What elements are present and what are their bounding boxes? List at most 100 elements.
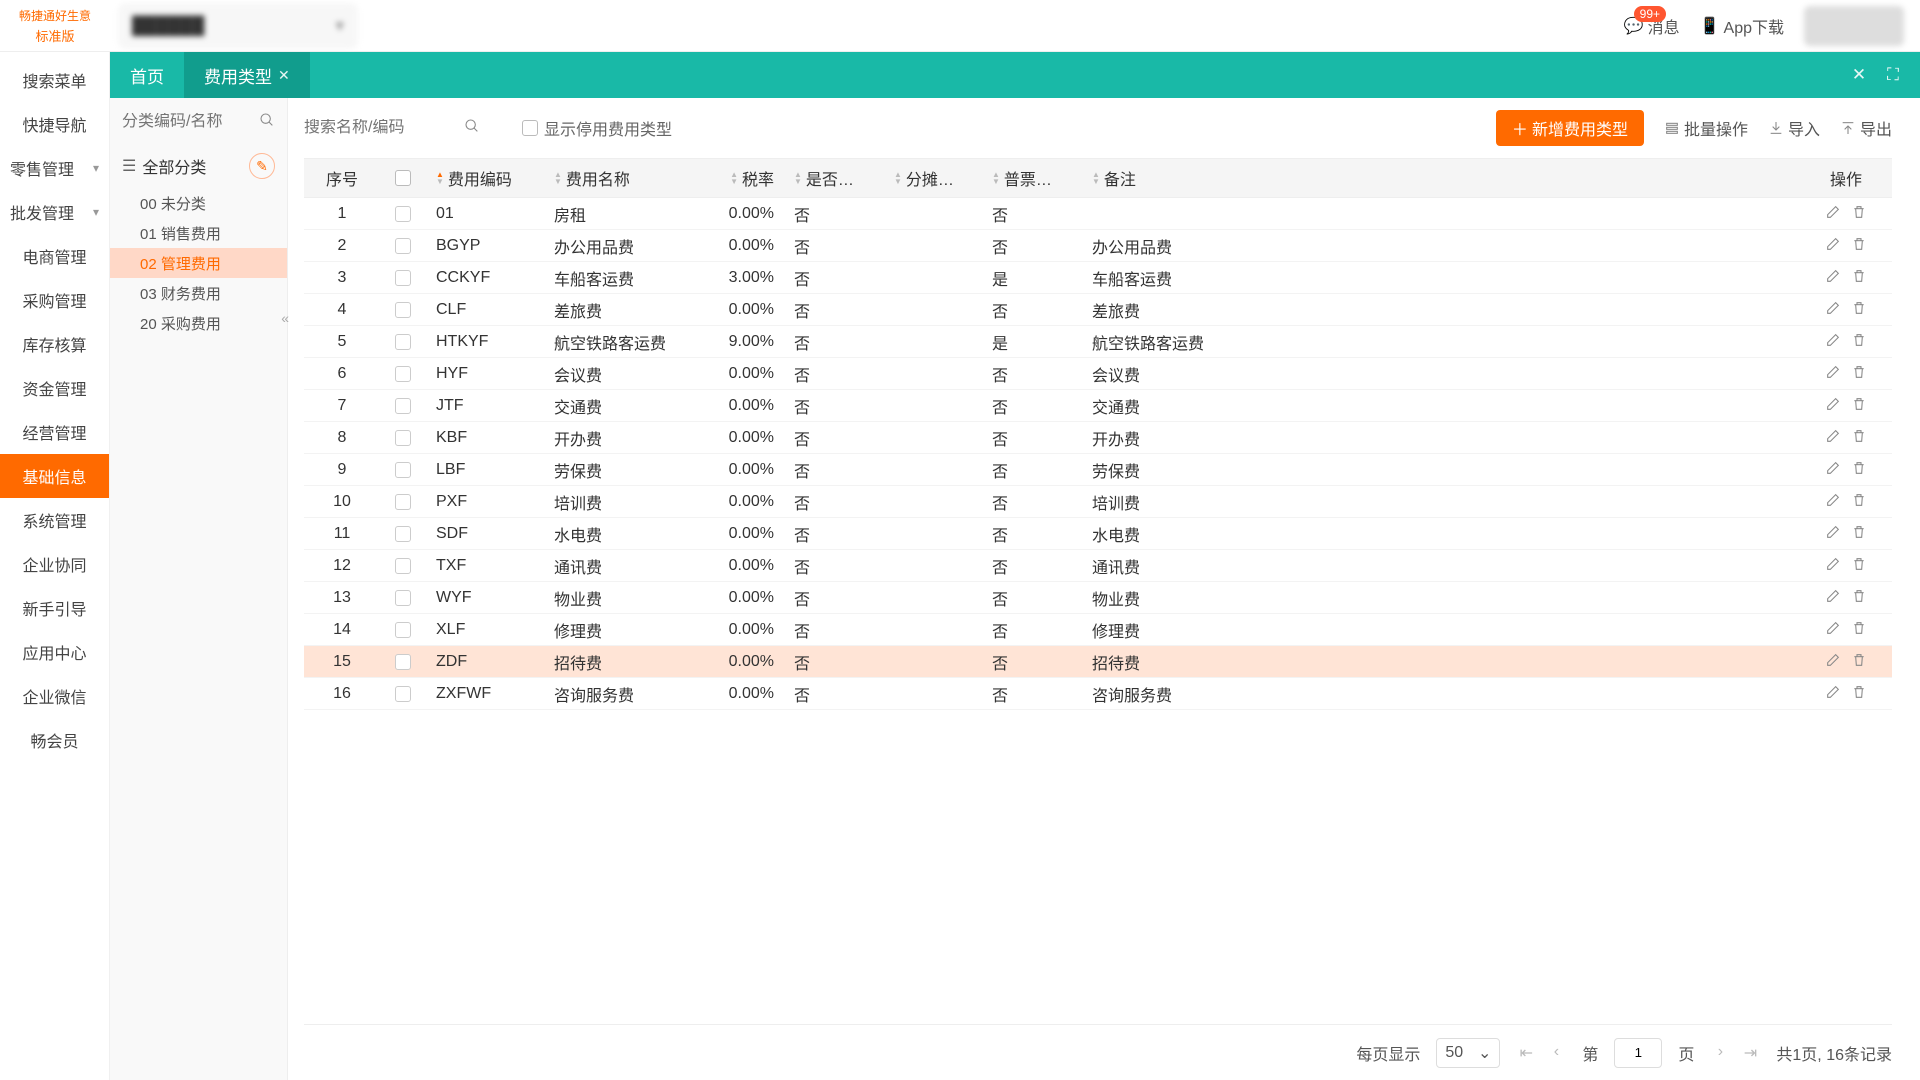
- sidebar-item[interactable]: 经营管理: [0, 410, 109, 454]
- delete-icon[interactable]: [1851, 268, 1867, 288]
- row-checkbox[interactable]: [380, 334, 426, 350]
- row-checkbox[interactable]: [380, 462, 426, 478]
- page-first-icon[interactable]: ⇤: [1516, 1043, 1536, 1063]
- messages-link[interactable]: 99+ 💬 消息: [1624, 14, 1680, 38]
- close-icon[interactable]: ✕: [278, 67, 290, 84]
- sidebar-item[interactable]: 库存核算: [0, 322, 109, 366]
- edit-icon[interactable]: [1825, 684, 1841, 704]
- col-code[interactable]: ▲▼费用编码: [426, 166, 544, 190]
- col-c[interactable]: ▲▼普票…: [982, 166, 1082, 190]
- col-rate[interactable]: ▲▼税率: [704, 166, 784, 190]
- edit-icon[interactable]: [1825, 236, 1841, 256]
- delete-icon[interactable]: [1851, 428, 1867, 448]
- delete-icon[interactable]: [1851, 460, 1867, 480]
- row-checkbox[interactable]: [380, 270, 426, 286]
- search-icon[interactable]: [464, 118, 480, 139]
- edit-icon[interactable]: [1825, 364, 1841, 384]
- col-select-all[interactable]: [380, 170, 426, 186]
- fullscreen-icon[interactable]: ⛶: [1880, 62, 1906, 88]
- search-icon[interactable]: [259, 112, 275, 133]
- edit-icon[interactable]: [1825, 460, 1841, 480]
- sidebar-item[interactable]: 电商管理: [0, 234, 109, 278]
- edit-icon[interactable]: [1825, 524, 1841, 544]
- edit-icon[interactable]: [1825, 588, 1841, 608]
- table-row[interactable]: 3CCKYF车船客运费3.00%否是车船客运费: [304, 262, 1892, 294]
- table-row[interactable]: 13WYF物业费0.00%否否物业费: [304, 582, 1892, 614]
- delete-icon[interactable]: [1851, 588, 1867, 608]
- sidebar-item[interactable]: 搜索菜单: [0, 58, 109, 102]
- delete-icon[interactable]: [1851, 652, 1867, 672]
- collapse-icon[interactable]: «: [281, 310, 289, 326]
- sidebar-item[interactable]: 批发管理▾: [0, 190, 109, 234]
- row-checkbox[interactable]: [380, 558, 426, 574]
- edit-icon[interactable]: [1825, 652, 1841, 672]
- table-row[interactable]: 7JTF交通费0.00%否否交通费: [304, 390, 1892, 422]
- edit-icon[interactable]: [1825, 492, 1841, 512]
- edit-icon[interactable]: [1825, 204, 1841, 224]
- row-checkbox[interactable]: [380, 686, 426, 702]
- delete-icon[interactable]: [1851, 684, 1867, 704]
- table-row[interactable]: 4CLF差旅费0.00%否否差旅费: [304, 294, 1892, 326]
- table-row[interactable]: 16ZXFWF咨询服务费0.00%否否咨询服务费: [304, 678, 1892, 710]
- edit-icon[interactable]: [1825, 620, 1841, 640]
- category-all[interactable]: ☰ 全部分类 ✎: [110, 146, 287, 186]
- page-input[interactable]: [1614, 1038, 1662, 1068]
- export-button[interactable]: 导出: [1840, 116, 1892, 140]
- sidebar-item[interactable]: 企业微信: [0, 674, 109, 718]
- edit-icon[interactable]: [1825, 300, 1841, 320]
- row-checkbox[interactable]: [380, 622, 426, 638]
- page-prev-icon[interactable]: ‹: [1546, 1043, 1566, 1063]
- sidebar-item[interactable]: 系统管理: [0, 498, 109, 542]
- table-row[interactable]: 15ZDF招待费0.00%否否招待费: [304, 646, 1892, 678]
- edit-icon[interactable]: [1825, 428, 1841, 448]
- delete-icon[interactable]: [1851, 364, 1867, 384]
- row-checkbox[interactable]: [380, 654, 426, 670]
- add-expense-type-button[interactable]: ＋ 新增费用类型: [1496, 110, 1644, 146]
- edit-icon[interactable]: ✎: [249, 153, 275, 179]
- table-row[interactable]: 5HTKYF航空铁路客运费9.00%否是航空铁路客运费: [304, 326, 1892, 358]
- sidebar-item[interactable]: 企业协同: [0, 542, 109, 586]
- edit-icon[interactable]: [1825, 396, 1841, 416]
- page-next-icon[interactable]: ›: [1710, 1043, 1730, 1063]
- col-b[interactable]: ▲▼分摊…: [884, 166, 982, 190]
- category-item[interactable]: 00 未分类: [110, 188, 287, 218]
- table-row[interactable]: 2BGYP办公用品费0.00%否否办公用品费: [304, 230, 1892, 262]
- delete-icon[interactable]: [1851, 204, 1867, 224]
- avatar[interactable]: [1804, 6, 1904, 46]
- sidebar-item[interactable]: 应用中心: [0, 630, 109, 674]
- col-name[interactable]: ▲▼费用名称: [544, 166, 704, 190]
- row-checkbox[interactable]: [380, 206, 426, 222]
- category-item[interactable]: 03 财务费用: [110, 278, 287, 308]
- row-checkbox[interactable]: [380, 398, 426, 414]
- col-note[interactable]: ▲▼备注: [1082, 166, 1800, 190]
- edit-icon[interactable]: [1825, 556, 1841, 576]
- batch-button[interactable]: 批量操作: [1664, 116, 1748, 140]
- table-row[interactable]: 14XLF修理费0.00%否否修理费: [304, 614, 1892, 646]
- category-item[interactable]: 20 采购费用: [110, 308, 287, 338]
- import-button[interactable]: 导入: [1768, 116, 1820, 140]
- delete-icon[interactable]: [1851, 332, 1867, 352]
- row-checkbox[interactable]: [380, 526, 426, 542]
- table-row[interactable]: 8KBF开办费0.00%否否开办费: [304, 422, 1892, 454]
- sidebar-item[interactable]: 采购管理: [0, 278, 109, 322]
- row-checkbox[interactable]: [380, 302, 426, 318]
- tab-expense-type[interactable]: 费用类型 ✕: [184, 52, 310, 98]
- delete-icon[interactable]: [1851, 620, 1867, 640]
- col-index[interactable]: 序号: [304, 166, 380, 190]
- table-search-input[interactable]: [304, 119, 464, 137]
- row-checkbox[interactable]: [380, 430, 426, 446]
- table-row[interactable]: 12TXF通讯费0.00%否否通讯费: [304, 550, 1892, 582]
- delete-icon[interactable]: [1851, 300, 1867, 320]
- sidebar-item[interactable]: 畅会员: [0, 718, 109, 762]
- show-disabled-checkbox[interactable]: 显示停用费用类型: [522, 116, 672, 140]
- tenant-dropdown[interactable]: ██████ ▾: [118, 3, 358, 49]
- row-checkbox[interactable]: [380, 494, 426, 510]
- table-row[interactable]: 9LBF劳保费0.00%否否劳保费: [304, 454, 1892, 486]
- table-row[interactable]: 11SDF水电费0.00%否否水电费: [304, 518, 1892, 550]
- category-search-input[interactable]: [122, 113, 242, 131]
- sidebar-item[interactable]: 快捷导航: [0, 102, 109, 146]
- tab-home[interactable]: 首页: [110, 52, 184, 98]
- app-download-link[interactable]: 📱 App下载: [1700, 14, 1784, 38]
- delete-icon[interactable]: [1851, 524, 1867, 544]
- sidebar-item[interactable]: 资金管理: [0, 366, 109, 410]
